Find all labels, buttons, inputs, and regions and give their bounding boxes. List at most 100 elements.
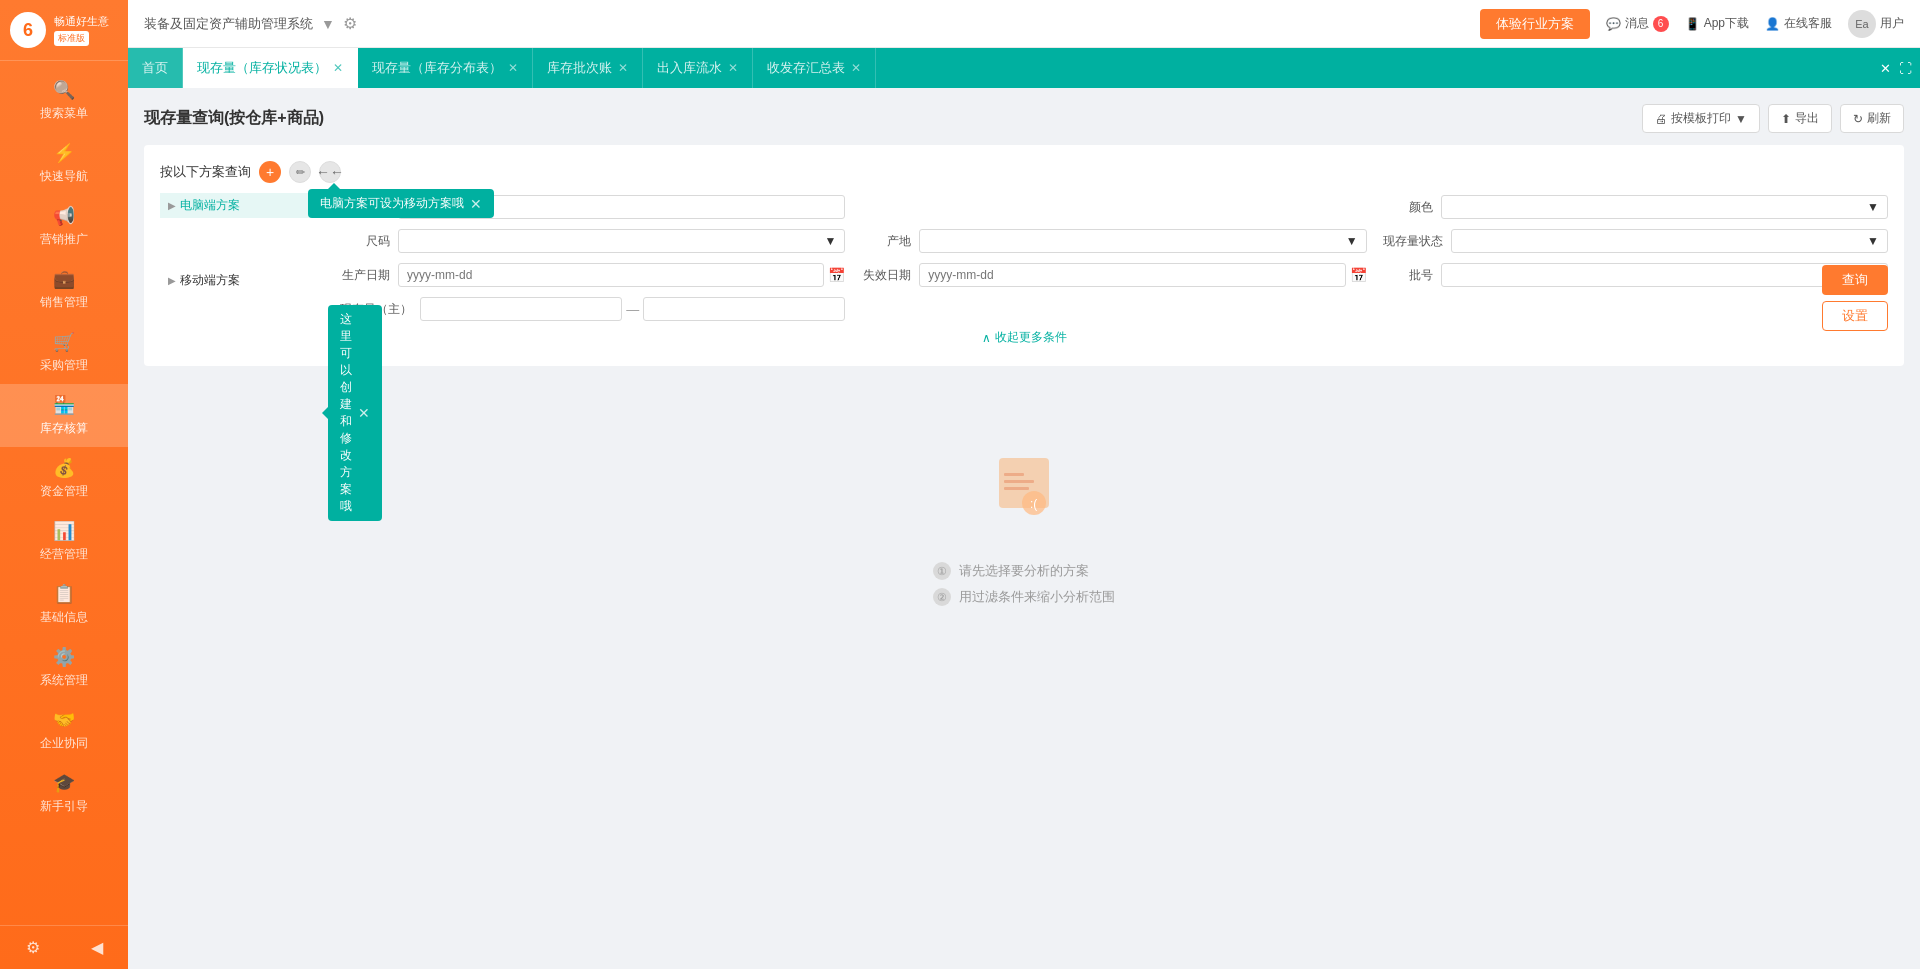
finance-icon: 💰	[53, 457, 75, 479]
filter-row-stock-main: 现存量（主） —	[340, 297, 845, 321]
print-btn[interactable]: 🖨 按模板打印 ▼	[1642, 104, 1760, 133]
color-select[interactable]: ▼	[1441, 195, 1888, 219]
quick-nav-icon: ⚡	[53, 142, 75, 164]
sidebar-item-guide[interactable]: 🎓 新手引导	[0, 762, 128, 825]
filter-row-mfg-date: 生产日期 📅	[340, 263, 845, 287]
edit-scheme-btn[interactable]: ✏	[289, 161, 311, 183]
export-btn[interactable]: ⬆ 导出	[1768, 104, 1832, 133]
app-logo-text: 畅通好生意 标准版	[54, 14, 109, 46]
message-btn[interactable]: 💬 消息 6	[1606, 15, 1669, 32]
sidebar-item-finance[interactable]: 💰 资金管理	[0, 447, 128, 510]
stock-status-dropdown-icon: ▼	[1867, 234, 1879, 248]
tab-inventory-dist[interactable]: 现存量（库存分布表） ✕	[358, 48, 533, 88]
filter-row-stock-status: 现存量状态 ▼	[1383, 229, 1888, 253]
refresh-btn[interactable]: ↻ 刷新	[1840, 104, 1904, 133]
tab-maximize[interactable]: ⛶	[1899, 61, 1912, 76]
scheme-tooltip: 这里可以创建和修改方案哦 ✕	[328, 305, 382, 521]
origin-select[interactable]: ▼	[919, 229, 1366, 253]
tab-close-collect-summary[interactable]: ✕	[851, 61, 861, 75]
set-btn[interactable]: 设置	[1822, 301, 1888, 331]
exp-date-label: 失效日期	[861, 267, 911, 284]
sidebar-item-operations[interactable]: 📊 经营管理	[0, 510, 128, 573]
system-icon: ⚙️	[53, 646, 75, 668]
lot-label: 批号	[1383, 267, 1433, 284]
tab-bar-actions: ✕ ⛶	[1880, 61, 1920, 76]
filter-row-lot: 批号	[1383, 263, 1888, 287]
trial-btn[interactable]: 体验行业方案	[1480, 9, 1590, 39]
page-actions: 🖨 按模板打印 ▼ ⬆ 导出 ↻ 刷新	[1642, 104, 1904, 133]
sidebar-item-marketing[interactable]: 📢 营销推广	[0, 195, 128, 258]
exp-date-input[interactable]	[919, 263, 1345, 287]
export-icon: ⬆	[1781, 112, 1791, 126]
tab-in-out-flow[interactable]: 出入库流水 ✕	[643, 48, 753, 88]
collapse-footer-btn[interactable]: ◀	[91, 938, 103, 957]
tab-home[interactable]: 首页	[128, 48, 183, 88]
spacer	[861, 195, 862, 219]
sidebar-item-system[interactable]: ⚙️ 系统管理	[0, 636, 128, 699]
tip-item-1: ① 请先选择要分析的方案	[933, 558, 1115, 584]
purchase-icon: 🛒	[53, 331, 75, 353]
tab-inventory-status[interactable]: 现存量（库存状况表） ✕	[183, 48, 358, 88]
scheme-tooltip-close[interactable]: ✕	[358, 405, 370, 421]
tab-collect-summary[interactable]: 收发存汇总表 ✕	[753, 48, 876, 88]
operations-icon: 📊	[53, 520, 75, 542]
sidebar-item-basic[interactable]: 📋 基础信息	[0, 573, 128, 636]
tab-bar: 首页 现存量（库存状况表） ✕ 现存量（库存分布表） ✕ 库存批次账 ✕ 出入库…	[128, 48, 1920, 88]
tab-batch-account[interactable]: 库存批次账 ✕	[533, 48, 643, 88]
tab-close-inventory-status[interactable]: ✕	[333, 61, 343, 75]
add-tooltip-popup: 电脑方案可设为移动方案哦 ✕	[308, 189, 494, 218]
empty-tips: ① 请先选择要分析的方案 ② 用过滤条件来缩小分析范围	[933, 558, 1115, 610]
sidebar-item-enterprise[interactable]: 🤝 企业协同	[0, 699, 128, 762]
online-support-btn[interactable]: 👤 在线客服	[1765, 15, 1832, 32]
system-settings-icon[interactable]: ⚙	[343, 14, 357, 33]
settings-footer-btn[interactable]: ⚙	[26, 938, 40, 957]
app-download-btn[interactable]: 📱 App下载	[1685, 15, 1749, 32]
filter-row-origin: 产地 ▼	[861, 229, 1366, 253]
color-label: 颜色	[1383, 199, 1433, 216]
sidebar-item-inventory[interactable]: 🏪 库存核算	[0, 384, 128, 447]
message-icon: 💬	[1606, 17, 1621, 31]
size-dropdown-icon: ▼	[824, 234, 836, 248]
tab-close-in-out-flow[interactable]: ✕	[728, 61, 738, 75]
tab-close-batch-account[interactable]: ✕	[618, 61, 628, 75]
tab-close-all[interactable]: ✕	[1880, 61, 1891, 76]
sidebar-item-purchase[interactable]: 🛒 采购管理	[0, 321, 128, 384]
color-dropdown-icon: ▼	[1867, 200, 1879, 214]
top-header: 装备及固定资产辅助管理系统 ▼ ⚙ 体验行业方案 💬 消息 6 📱 App下载 …	[128, 0, 1920, 48]
sidebar-item-sales[interactable]: 💼 销售管理	[0, 258, 128, 321]
empty-illustration: :(	[974, 438, 1074, 538]
user-area[interactable]: Ea 用户	[1848, 10, 1904, 38]
sidebar-item-search[interactable]: 🔍 搜索菜单	[0, 69, 128, 132]
stock-main-end[interactable]	[643, 297, 845, 321]
filter-row-size: 尺码 ▼	[340, 229, 845, 253]
tree-desktop-scheme[interactable]: ▶ 电脑端方案	[160, 193, 320, 218]
mfg-date-start-icon[interactable]: 📅	[828, 267, 845, 283]
stock-status-select[interactable]: ▼	[1451, 229, 1888, 253]
mfg-date-range: 📅	[398, 263, 845, 287]
tab-close-inventory-dist[interactable]: ✕	[508, 61, 518, 75]
lot-input[interactable]	[1441, 263, 1888, 287]
mfg-date-start[interactable]	[398, 263, 824, 287]
sidebar-menu: 🔍 搜索菜单 ⚡ 快速导航 📢 营销推广 💼 销售管理 🛒 采购管理 🏪 库存核…	[0, 61, 128, 925]
stock-main-start[interactable]	[420, 297, 622, 321]
collapse-icon: ∧	[982, 331, 991, 345]
size-select[interactable]: ▼	[398, 229, 845, 253]
add-tooltip-close[interactable]: ✕	[470, 196, 482, 212]
collapse-bar[interactable]: ∧ 收起更多条件	[160, 321, 1888, 350]
print-dropdown-icon: ▼	[1735, 112, 1747, 126]
stock-main-range: —	[420, 297, 845, 321]
exp-date-icon[interactable]: 📅	[1350, 267, 1367, 283]
origin-label: 产地	[861, 233, 911, 250]
sidebar-item-quick-nav[interactable]: ⚡ 快速导航	[0, 132, 128, 195]
svg-text::(: :(	[1030, 497, 1037, 511]
tree-mobile-scheme[interactable]: ▶ 移动端方案	[160, 268, 320, 293]
svg-rect-2	[1004, 480, 1034, 483]
search-btn[interactable]: 查询	[1822, 265, 1888, 295]
back-btn[interactable]: ←←	[319, 161, 341, 183]
basic-icon: 📋	[53, 583, 75, 605]
filter-header: 按以下方案查询 + ✏ ←← 电脑方案可设为移动方案哦 ✕	[160, 161, 1888, 183]
add-scheme-btn[interactable]: +	[259, 161, 281, 183]
sidebar-footer: ⚙ ◀	[0, 925, 128, 969]
size-label: 尺码	[340, 233, 390, 250]
system-dropdown-icon[interactable]: ▼	[321, 16, 335, 32]
